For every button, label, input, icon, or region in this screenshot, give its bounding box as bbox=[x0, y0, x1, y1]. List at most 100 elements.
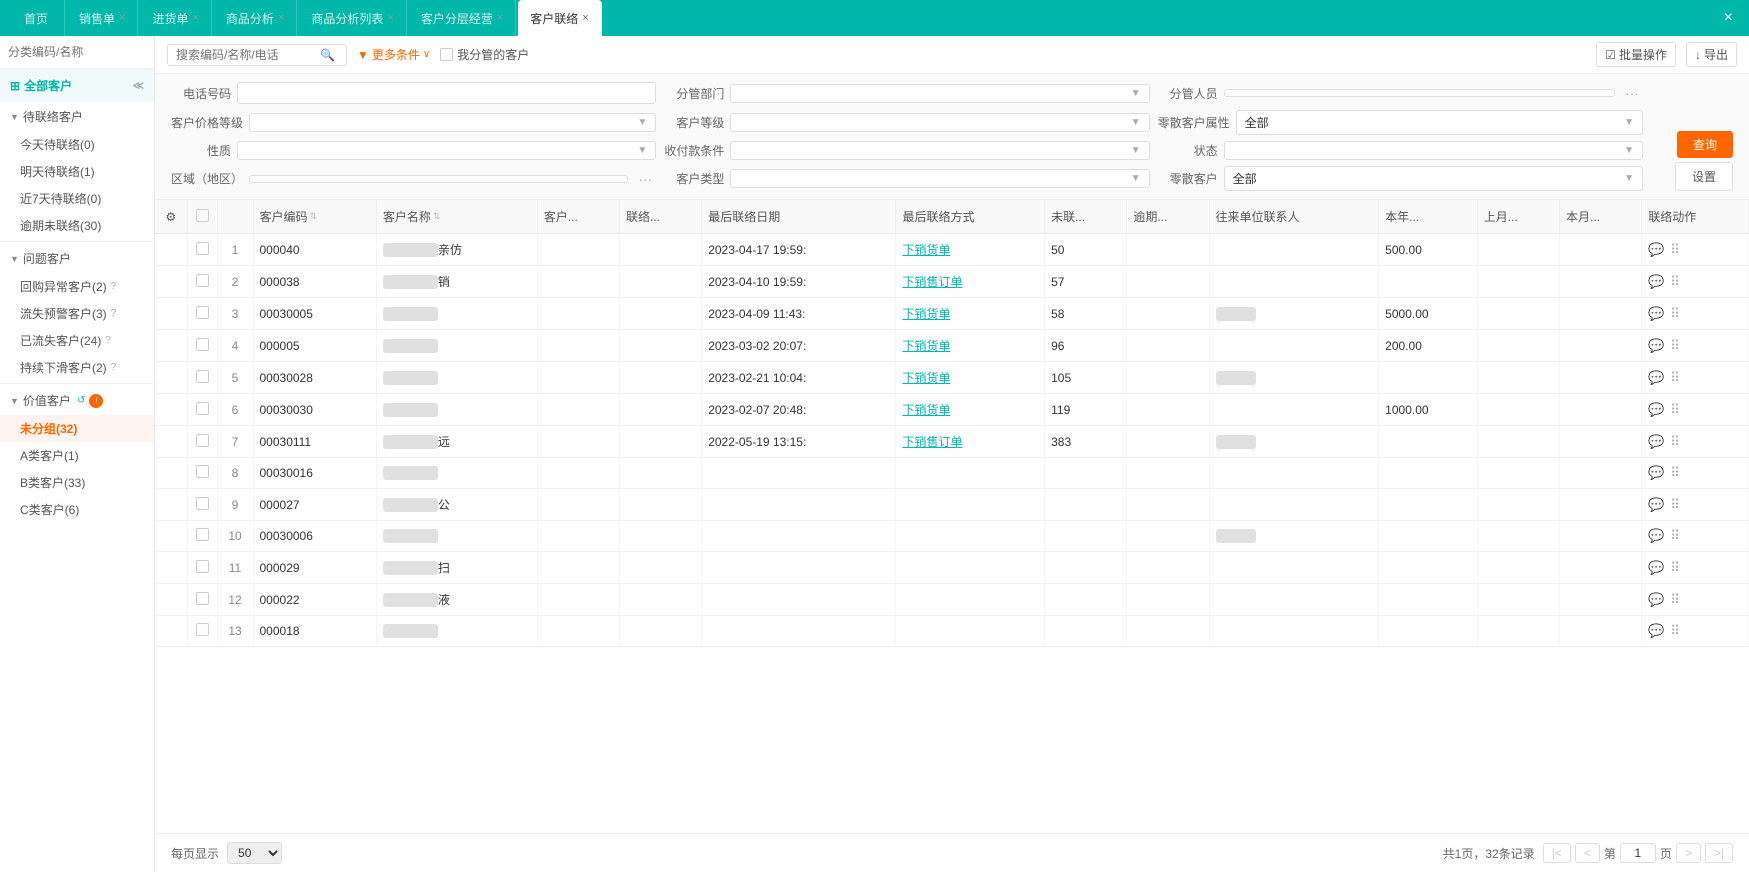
sidebar-item-a-class[interactable]: A类客户(1) bbox=[0, 442, 154, 469]
row-checkbox[interactable] bbox=[196, 623, 209, 636]
sidebar-item-week[interactable]: 近7天待联络(0) bbox=[0, 185, 154, 212]
sidebar-all-customers[interactable]: ⊞ 全部客户 ≪ bbox=[0, 69, 154, 102]
region-dots-icon[interactable]: ··· bbox=[634, 171, 656, 187]
cell-check[interactable] bbox=[187, 552, 217, 584]
my-customers-checkbox[interactable]: 我分管的客户 bbox=[440, 46, 529, 63]
sidebar-item-b-class[interactable]: B类客户(33) bbox=[0, 469, 154, 496]
row-checkbox[interactable] bbox=[196, 497, 209, 510]
row-checkbox[interactable] bbox=[196, 370, 209, 383]
sales-close-icon[interactable]: × bbox=[119, 12, 125, 24]
sidebar-group-pending[interactable]: ▼ 待联络客户 bbox=[0, 102, 154, 131]
sidebar-item-tomorrow[interactable]: 明天待联络(1) bbox=[0, 158, 154, 185]
action-message-icon[interactable]: 💬 bbox=[1648, 465, 1664, 481]
reset-button[interactable]: 设置 bbox=[1675, 162, 1733, 191]
last-method-link[interactable]: 下销货单 bbox=[902, 371, 950, 385]
retail-attr-select[interactable]: 全部 ▼ bbox=[1236, 110, 1643, 135]
action-message-icon[interactable]: 💬 bbox=[1648, 338, 1664, 354]
action-message-icon[interactable]: 💬 bbox=[1648, 242, 1664, 258]
status-select[interactable]: ▼ bbox=[1224, 141, 1643, 160]
sidebar-item-c-class[interactable]: C类客户(6) bbox=[0, 496, 154, 523]
sidebar-group-value[interactable]: ▼ 价值客户 ↺ ! bbox=[0, 386, 154, 415]
batch-operation-btn[interactable]: ☑ 批量操作 bbox=[1596, 42, 1676, 67]
customer-level-select[interactable]: ▼ bbox=[730, 113, 1149, 132]
cell-check[interactable] bbox=[187, 584, 217, 616]
payment-select[interactable]: ▼ bbox=[730, 141, 1149, 160]
action-more-icon[interactable]: ⠿ bbox=[1670, 528, 1680, 544]
col-header-contact[interactable]: 联络... bbox=[620, 200, 702, 234]
cell-check[interactable] bbox=[187, 298, 217, 330]
analysis-list-close-icon[interactable]: × bbox=[387, 12, 393, 24]
sidebar-item-lost[interactable]: 已流失客户(24) ? bbox=[0, 327, 154, 354]
action-message-icon[interactable]: 💬 bbox=[1648, 274, 1664, 290]
col-header-partner-contact[interactable]: 往来单位联系人 bbox=[1209, 200, 1379, 234]
cell-check[interactable] bbox=[187, 330, 217, 362]
purchase-close-icon[interactable]: × bbox=[192, 12, 198, 24]
last-method-link[interactable]: 下销售订单 bbox=[902, 275, 962, 289]
row-checkbox[interactable] bbox=[196, 306, 209, 319]
filter-search-icon[interactable]: 🔍 bbox=[320, 48, 335, 62]
action-message-icon[interactable]: 💬 bbox=[1648, 623, 1664, 639]
sidebar-item-inactive[interactable]: 持续下滑客户(2) ? bbox=[0, 354, 154, 381]
action-message-icon[interactable]: 💬 bbox=[1648, 497, 1664, 513]
action-more-icon[interactable]: ⠿ bbox=[1670, 402, 1680, 418]
action-message-icon[interactable]: 💬 bbox=[1648, 434, 1664, 450]
action-more-icon[interactable]: ⠿ bbox=[1670, 274, 1680, 290]
col-header-last-method[interactable]: 最后联络方式 bbox=[896, 200, 1045, 234]
action-more-icon[interactable]: ⠿ bbox=[1670, 560, 1680, 576]
nav-tab-customer-contact[interactable]: 客户联络 × bbox=[518, 0, 601, 36]
nav-tab-analysis[interactable]: 商品分析 × bbox=[214, 0, 297, 36]
row-checkbox[interactable] bbox=[196, 528, 209, 541]
window-close-button[interactable]: × bbox=[1716, 9, 1741, 27]
col-header-name[interactable]: 客户名称 ⇅ bbox=[376, 200, 537, 234]
row-checkbox[interactable] bbox=[196, 560, 209, 573]
nav-tab-analysis-list[interactable]: 商品分析列表 × bbox=[299, 0, 406, 36]
col-header-this-year[interactable]: 本年... bbox=[1379, 200, 1478, 234]
row-checkbox[interactable] bbox=[196, 402, 209, 415]
first-page-btn[interactable]: |< bbox=[1543, 843, 1571, 863]
filter-search-input[interactable] bbox=[176, 48, 316, 62]
action-more-icon[interactable]: ⠿ bbox=[1670, 497, 1680, 513]
action-message-icon[interactable]: 💬 bbox=[1648, 306, 1664, 322]
last-method-link[interactable]: 下销货单 bbox=[902, 307, 950, 321]
row-checkbox[interactable] bbox=[196, 592, 209, 605]
action-message-icon[interactable]: 💬 bbox=[1648, 402, 1664, 418]
col-header-type[interactable]: 客户... bbox=[537, 200, 619, 234]
retail-select[interactable]: 全部 ▼ bbox=[1224, 166, 1643, 191]
nature-select[interactable]: ▼ bbox=[237, 141, 656, 160]
cell-check[interactable] bbox=[187, 394, 217, 426]
select-all-checkbox[interactable] bbox=[196, 209, 209, 222]
value-refresh-icon[interactable]: ↺ bbox=[77, 395, 85, 406]
region-select[interactable] bbox=[249, 175, 628, 183]
cell-check[interactable] bbox=[187, 362, 217, 394]
prev-page-btn[interactable]: < bbox=[1575, 843, 1600, 863]
page-number-input[interactable] bbox=[1620, 843, 1656, 863]
row-checkbox[interactable] bbox=[196, 465, 209, 478]
price-level-select[interactable]: ▼ bbox=[249, 113, 656, 132]
row-checkbox[interactable] bbox=[196, 242, 209, 255]
action-more-icon[interactable]: ⠿ bbox=[1670, 434, 1680, 450]
action-more-icon[interactable]: ⠿ bbox=[1670, 370, 1680, 386]
manager-select[interactable] bbox=[1224, 89, 1615, 97]
row-checkbox[interactable] bbox=[196, 274, 209, 287]
my-customers-check-input[interactable] bbox=[440, 48, 453, 61]
dept-select[interactable]: ▼ bbox=[730, 84, 1149, 103]
action-message-icon[interactable]: 💬 bbox=[1648, 528, 1664, 544]
more-conditions-btn[interactable]: ▼ 更多条件 ∨ bbox=[357, 46, 430, 63]
sidebar-item-abnormal[interactable]: 回购异常客户(2) ? bbox=[0, 273, 154, 300]
col-header-overdue[interactable]: 逾期... bbox=[1127, 200, 1209, 234]
collapse-sidebar-icon[interactable]: ≪ bbox=[132, 79, 144, 92]
row-checkbox[interactable] bbox=[196, 338, 209, 351]
action-message-icon[interactable]: 💬 bbox=[1648, 560, 1664, 576]
phone-input[interactable] bbox=[237, 82, 656, 104]
cell-check[interactable] bbox=[187, 489, 217, 521]
col-header-uncontacted[interactable]: 未联... bbox=[1045, 200, 1127, 234]
sidebar-search-input[interactable] bbox=[8, 45, 155, 59]
customer-contact-close-icon[interactable]: × bbox=[582, 12, 588, 24]
cell-check[interactable] bbox=[187, 521, 217, 552]
action-more-icon[interactable]: ⠿ bbox=[1670, 306, 1680, 322]
sidebar-group-problem[interactable]: ▼ 问题客户 bbox=[0, 244, 154, 273]
sidebar-item-unclassified[interactable]: 未分组(32) bbox=[0, 415, 154, 442]
next-page-btn[interactable]: > bbox=[1676, 843, 1701, 863]
sidebar-item-loss-risk[interactable]: 流失预警客户(3) ? bbox=[0, 300, 154, 327]
action-message-icon[interactable]: 💬 bbox=[1648, 370, 1664, 386]
